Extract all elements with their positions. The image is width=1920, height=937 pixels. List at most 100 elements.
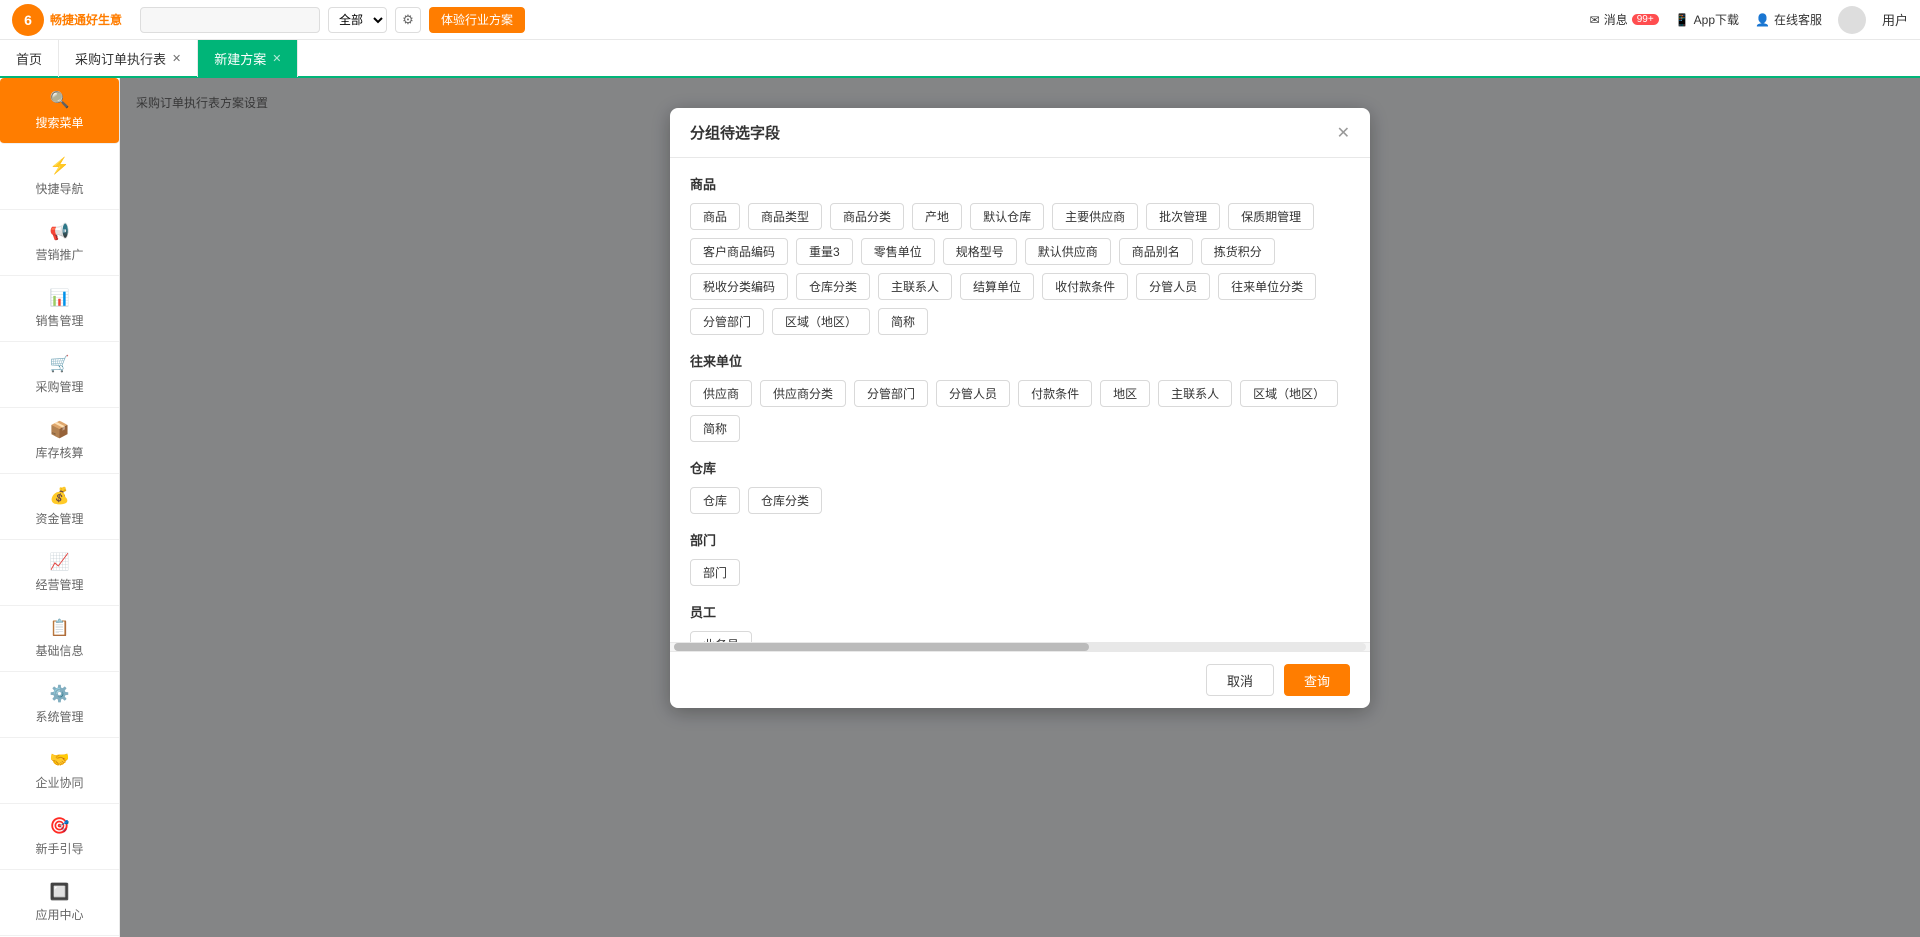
purchase-icon: 🛒 (50, 354, 70, 374)
field-tag[interactable]: 简称 (878, 308, 928, 335)
gear-button[interactable]: ⚙ (395, 7, 421, 33)
section-goods: 商品 商品 商品类型 商品分类 产地 默认仓库 主要供应商 批次管理 保质期管理… (690, 174, 1350, 335)
section-goods-title: 商品 (690, 174, 1350, 193)
field-tag[interactable]: 重量3 (796, 238, 853, 265)
modal-body: 商品 商品 商品类型 商品分类 产地 默认仓库 主要供应商 批次管理 保质期管理… (670, 158, 1370, 642)
online-service-item[interactable]: 👤 在线客服 (1755, 11, 1822, 28)
field-tag[interactable]: 主联系人 (878, 273, 952, 300)
sales-icon: 📊 (50, 288, 70, 308)
appcenter-icon: 🔲 (50, 882, 70, 902)
section-department-title: 部门 (690, 530, 1350, 549)
sidebar-item-quicknav[interactable]: ⚡ 快捷导航 (0, 144, 119, 210)
field-tag[interactable]: 分管人员 (1136, 273, 1210, 300)
sidebar-item-basicinfo[interactable]: 📋 基础信息 (0, 606, 119, 672)
field-tag[interactable]: 商品类型 (748, 203, 822, 230)
field-tag[interactable]: 规格型号 (943, 238, 1017, 265)
field-tag[interactable]: 往来单位分类 (1218, 273, 1316, 300)
field-tag[interactable]: 税收分类编码 (690, 273, 788, 300)
sidebar-item-guide[interactable]: 🎯 新手引导 (0, 804, 119, 870)
search-input[interactable] (140, 7, 320, 33)
sidebar: 🔍 搜索菜单 ⚡ 快捷导航 📢 营销推广 📊 销售管理 🛒 采购管理 📦 库存核… (0, 78, 120, 937)
tab-close-purchase[interactable]: ✕ (172, 52, 181, 65)
message-icon: ✉ (1590, 13, 1600, 27)
header-dropdown[interactable]: 全部 (328, 7, 387, 33)
section-warehouse: 仓库 仓库 仓库分类 (690, 458, 1350, 514)
field-tag[interactable]: 分管部门 (854, 380, 928, 407)
inventory-icon: 📦 (50, 420, 70, 440)
tab-new-plan[interactable]: 新建方案 ✕ (198, 39, 298, 77)
field-tag[interactable]: 默认供应商 (1025, 238, 1111, 265)
sidebar-item-operation[interactable]: 📈 经营管理 (0, 540, 119, 606)
field-tag[interactable]: 仓库 (690, 487, 740, 514)
sidebar-item-appcenter[interactable]: 🔲 应用中心 (0, 870, 119, 936)
app-download-item[interactable]: 📱 App下载 (1675, 11, 1739, 28)
basicinfo-icon: 📋 (50, 618, 70, 638)
field-tag[interactable]: 保质期管理 (1228, 203, 1314, 230)
field-tag[interactable]: 商品别名 (1119, 238, 1193, 265)
section-employee-tags: 业务员 (690, 631, 1350, 642)
field-tag[interactable]: 付款条件 (1018, 380, 1092, 407)
field-tag[interactable]: 分管人员 (936, 380, 1010, 407)
field-tag[interactable]: 部门 (690, 559, 740, 586)
field-tag[interactable]: 供应商 (690, 380, 752, 407)
field-select-modal: 分组待选字段 ✕ 商品 商品 商品类型 商品分类 产地 默认仓库 主要供应商 批… (670, 108, 1370, 708)
search-icon: 🔍 (50, 90, 70, 110)
modal-close-button[interactable]: ✕ (1337, 123, 1350, 143)
try-industry-button[interactable]: 体验行业方案 (429, 7, 525, 33)
logo-text: 畅捷通好生意 (50, 11, 122, 28)
section-goods-tags: 商品 商品类型 商品分类 产地 默认仓库 主要供应商 批次管理 保质期管理 客户… (690, 203, 1350, 335)
sidebar-item-purchase[interactable]: 🛒 采购管理 (0, 342, 119, 408)
field-tag[interactable]: 仓库分类 (748, 487, 822, 514)
guide-icon: 🎯 (50, 816, 70, 836)
section-partner-title: 往来单位 (690, 351, 1350, 370)
tab-home[interactable]: 首页 (0, 39, 59, 77)
field-tag[interactable]: 地区 (1100, 380, 1150, 407)
top-header: 6 畅捷通好生意 全部 ⚙ 体验行业方案 ✉ 消息 99+ 📱 App下载 👤 … (0, 0, 1920, 40)
logo-icon: 6 (12, 4, 44, 36)
section-employee-title: 员工 (690, 602, 1350, 621)
field-tag[interactable]: 默认仓库 (970, 203, 1044, 230)
section-department-tags: 部门 (690, 559, 1350, 586)
field-tag[interactable]: 收付款条件 (1042, 273, 1128, 300)
field-tag[interactable]: 产地 (912, 203, 962, 230)
cancel-button[interactable]: 取消 (1206, 664, 1274, 696)
sidebar-item-sales[interactable]: 📊 销售管理 (0, 276, 119, 342)
sidebar-item-system[interactable]: ⚙️ 系统管理 (0, 672, 119, 738)
section-partner: 往来单位 供应商 供应商分类 分管部门 分管人员 付款条件 地区 主联系人 区域… (690, 351, 1350, 442)
sidebar-item-enterprise[interactable]: 🤝 企业协同 (0, 738, 119, 804)
modal-horizontal-scroll[interactable] (670, 642, 1370, 651)
avatar[interactable] (1838, 6, 1866, 34)
sidebar-item-inventory[interactable]: 📦 库存核算 (0, 408, 119, 474)
sidebar-item-marketing[interactable]: 📢 营销推广 (0, 210, 119, 276)
system-icon: ⚙️ (50, 684, 70, 704)
field-tag[interactable]: 区域（地区） (1240, 380, 1338, 407)
field-tag[interactable]: 业务员 (690, 631, 752, 642)
modal-header: 分组待选字段 ✕ (670, 108, 1370, 158)
messages-item[interactable]: ✉ 消息 99+ (1590, 11, 1659, 28)
field-tag[interactable]: 结算单位 (960, 273, 1034, 300)
tab-close-new-plan[interactable]: ✕ (272, 52, 281, 65)
finance-icon: 💰 (50, 486, 70, 506)
message-badge: 99+ (1632, 14, 1659, 25)
field-tag[interactable]: 主联系人 (1158, 380, 1232, 407)
confirm-button[interactable]: 查询 (1284, 664, 1350, 696)
modal-title: 分组待选字段 (690, 122, 780, 143)
field-tag[interactable]: 商品 (690, 203, 740, 230)
field-tag[interactable]: 主要供应商 (1052, 203, 1138, 230)
field-tag[interactable]: 仓库分类 (796, 273, 870, 300)
field-tag[interactable]: 供应商分类 (760, 380, 846, 407)
field-tag[interactable]: 批次管理 (1146, 203, 1220, 230)
field-tag[interactable]: 区域（地区） (772, 308, 870, 335)
field-tag[interactable]: 客户商品编码 (690, 238, 788, 265)
sidebar-item-search[interactable]: 🔍 搜索菜单 (0, 78, 119, 144)
field-tag[interactable]: 商品分类 (830, 203, 904, 230)
field-tag[interactable]: 拣货积分 (1201, 238, 1275, 265)
tab-purchase-exec[interactable]: 采购订单执行表 ✕ (59, 39, 198, 77)
field-tag[interactable]: 简称 (690, 415, 740, 442)
hscroll-bar (674, 643, 1366, 651)
sidebar-item-finance[interactable]: 💰 资金管理 (0, 474, 119, 540)
field-tag[interactable]: 零售单位 (861, 238, 935, 265)
quicknav-icon: ⚡ (50, 156, 70, 176)
field-tag[interactable]: 分管部门 (690, 308, 764, 335)
section-warehouse-tags: 仓库 仓库分类 (690, 487, 1350, 514)
